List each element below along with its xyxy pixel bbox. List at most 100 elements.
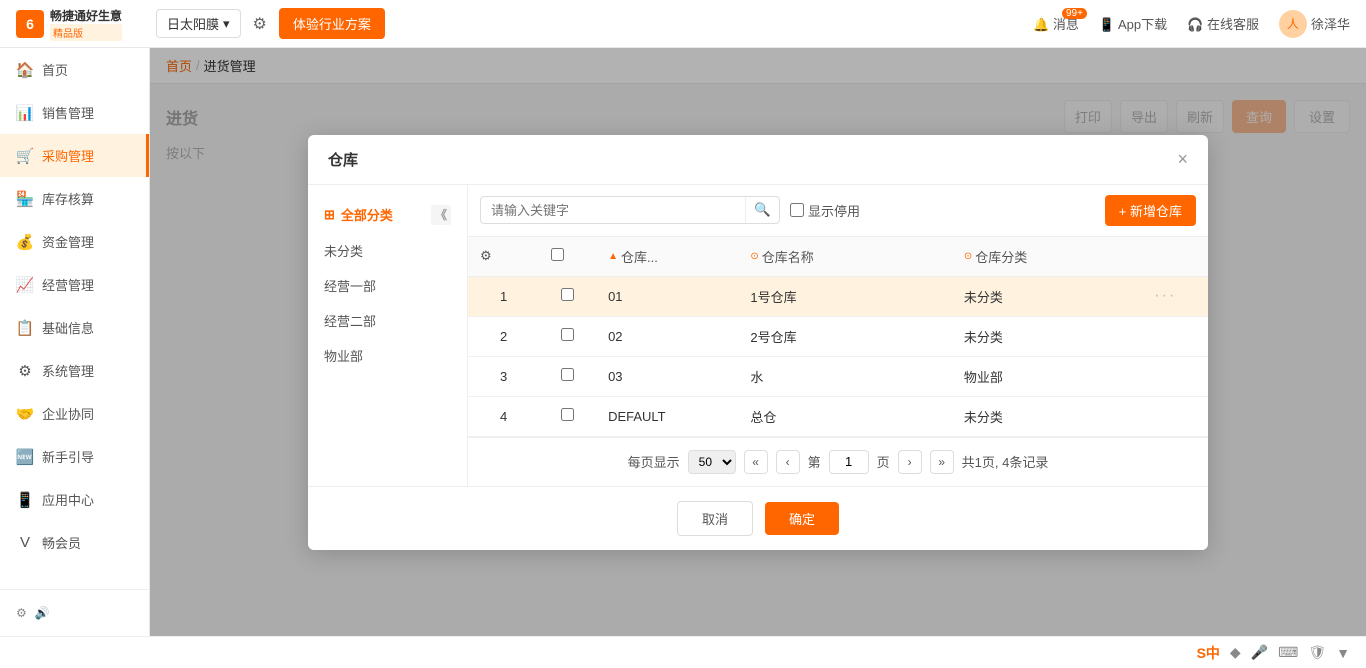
last-page-button[interactable]: »	[930, 450, 954, 474]
sidebar-item-app-center[interactable]: 📱 应用中心	[0, 478, 149, 521]
app-download[interactable]: 📱 App下载	[1099, 14, 1167, 33]
search-input[interactable]	[481, 198, 745, 223]
sidebar-item-vip[interactable]: V 畅会员	[0, 521, 149, 564]
shield-icon: 🛡	[1308, 644, 1326, 661]
sidebar-item-enterprise[interactable]: 🤝 企业协同	[0, 392, 149, 435]
logo: 6 畅捷通好生意 精品版	[16, 7, 156, 41]
modal-overlay: 仓库 × ⊞ 全部分类 《 未分类 经营一部 经营二部	[150, 48, 1366, 636]
th-category: ⊙ 仓库分类	[952, 237, 1123, 277]
category-operations-dept2[interactable]: 经营二部	[308, 303, 467, 338]
th-settings: ⚙	[468, 237, 539, 277]
row-checkbox-4[interactable]	[561, 408, 574, 421]
sidebar-item-guide[interactable]: 🆕 新手引导	[0, 435, 149, 478]
status-icons: S中 ◆ 🎤 ⌨ 🛡 ▼	[1197, 643, 1350, 663]
category-unclassified[interactable]: 未分类	[308, 233, 467, 268]
show-disabled-label[interactable]: 显示停用	[790, 201, 860, 220]
sidebar-item-finance[interactable]: 💰 资金管理	[0, 220, 149, 263]
sidebar-item-basic-info[interactable]: 📋 基础信息	[0, 306, 149, 349]
page-number-input[interactable]	[829, 450, 869, 474]
first-page-button[interactable]: «	[744, 450, 768, 474]
table-header: ⚙ ▲ 仓库...	[468, 237, 1208, 277]
sidebar-item-purchase[interactable]: 🛒 采购管理	[0, 134, 149, 177]
main-layout: 🏠 首页 📊 销售管理 🛒 采购管理 🏪 库存核算 💰 资金管理 📈 经营管理 …	[0, 48, 1366, 636]
system-icon: ⚙	[16, 362, 34, 380]
sidebar: 🏠 首页 📊 销售管理 🛒 采购管理 🏪 库存核算 💰 资金管理 📈 经营管理 …	[0, 48, 150, 636]
pagination: 每页显示 50 « ‹ 第 页 › » 共1页, 4条记录	[468, 437, 1208, 486]
settings-col-icon: ⚙	[480, 248, 492, 263]
collapse-button[interactable]: 《	[431, 205, 451, 225]
dialog-footer: 取消 确定	[308, 486, 1208, 550]
row-more-1[interactable]: ···	[1154, 287, 1176, 304]
inventory-icon: 🏪	[16, 190, 34, 208]
table-row[interactable]: 2 02 2号仓库 未分类	[468, 316, 1208, 356]
add-warehouse-button[interactable]: + 新增仓库	[1105, 195, 1196, 226]
sales-icon: 📊	[16, 104, 34, 122]
table-panel: 🔍 显示停用 + 新增仓库	[468, 185, 1208, 486]
th-name: ⊙ 仓库名称	[738, 237, 951, 277]
table-row[interactable]: 4 DEFAULT 总仓 未分类	[468, 396, 1208, 436]
chevron-status-icon: ▼	[1336, 645, 1350, 661]
category-property-dept[interactable]: 物业部	[308, 338, 467, 373]
notifications-badge[interactable]: 🔔 99+ 消息	[1033, 14, 1079, 33]
online-service[interactable]: 🎧 在线客服	[1187, 14, 1259, 33]
prev-page-button[interactable]: ‹	[776, 450, 800, 474]
user-menu[interactable]: 人 徐泽华	[1279, 10, 1350, 38]
category-panel: ⊞ 全部分类 《 未分类 经营一部 经营二部 物业部	[308, 185, 468, 486]
sidebar-item-sales[interactable]: 📊 销售管理	[0, 91, 149, 134]
cancel-button[interactable]: 取消	[677, 501, 753, 536]
dialog-close-button[interactable]: ×	[1177, 149, 1188, 170]
page-size-select[interactable]: 50	[688, 450, 736, 474]
sidebar-item-system[interactable]: ⚙ 系统管理	[0, 349, 149, 392]
dialog-header: 仓库 ×	[308, 135, 1208, 185]
all-categories-item[interactable]: ⊞ 全部分类 《	[308, 197, 467, 233]
sort-cat-icon: ⊙	[964, 251, 972, 262]
table-toolbar: 🔍 显示停用 + 新增仓库	[468, 185, 1208, 237]
warehouse-table: ⚙ ▲ 仓库...	[468, 237, 1208, 437]
search-button[interactable]: 🔍	[745, 197, 779, 223]
sidebar-item-home[interactable]: 🏠 首页	[0, 48, 149, 91]
guide-icon: 🆕	[16, 448, 34, 466]
th-action	[1123, 237, 1208, 277]
logo-icon: 6	[16, 10, 44, 38]
table-row[interactable]: 3 03 水 物业部	[468, 356, 1208, 396]
sidebar-bottom: ⚙ 🔊	[0, 589, 149, 636]
content-area: 首页 / 进货管理 进货 打印 导出 刷新 查询 设置 按以下	[150, 48, 1366, 636]
dialog-title: 仓库	[328, 149, 358, 170]
trial-button[interactable]: 体验行业方案	[279, 8, 385, 39]
warehouse-dialog: 仓库 × ⊞ 全部分类 《 未分类 经营一部 经营二部	[308, 135, 1208, 550]
dialog-body: ⊞ 全部分类 《 未分类 经营一部 经营二部 物业部	[308, 185, 1208, 486]
row-checkbox-3[interactable]	[561, 368, 574, 381]
purchase-icon: 🛒	[16, 147, 34, 165]
sidebar-settings-btn[interactable]: ⚙ 🔊	[0, 598, 149, 628]
th-code: ▲ 仓库...	[596, 237, 738, 277]
sort-name-icon: ⊙	[750, 251, 758, 262]
row-checkbox-2[interactable]	[561, 328, 574, 341]
mic-icon: 🎤	[1251, 644, 1268, 661]
headset-icon: 🎧	[1187, 17, 1203, 32]
select-all-checkbox[interactable]	[551, 248, 564, 261]
status-bar: S中 ◆ 🎤 ⌨ 🛡 ▼	[0, 636, 1366, 668]
app-center-icon: 📱	[16, 491, 34, 509]
show-disabled-checkbox[interactable]	[790, 203, 804, 217]
confirm-button[interactable]: 确定	[765, 502, 839, 535]
logo-text: 畅捷通好生意 精品版	[50, 7, 122, 41]
s-icon: S中	[1197, 643, 1220, 663]
category-operations-dept1[interactable]: 经营一部	[308, 268, 467, 303]
search-box: 🔍	[480, 196, 780, 224]
diamond-icon: ◆	[1230, 644, 1241, 661]
settings-icon: ⚙	[16, 606, 27, 620]
chevron-down-icon: ▾	[223, 16, 230, 32]
bell-icon: 🔔	[1033, 17, 1049, 32]
sort-icon: ▲	[608, 251, 618, 262]
keyboard-icon: ⌨	[1278, 644, 1298, 661]
vip-icon: V	[16, 534, 34, 552]
company-selector[interactable]: 日太阳膜 ▾	[156, 9, 241, 38]
row-checkbox-1[interactable]	[561, 288, 574, 301]
enterprise-icon: 🤝	[16, 405, 34, 423]
finance-icon: 💰	[16, 233, 34, 251]
table-row[interactable]: 1 01 1号仓库 未分类 ···	[468, 276, 1208, 316]
sidebar-item-inventory[interactable]: 🏪 库存核算	[0, 177, 149, 220]
sidebar-item-operations[interactable]: 📈 经营管理	[0, 263, 149, 306]
gear-icon[interactable]: ⚙	[253, 14, 267, 34]
next-page-button[interactable]: ›	[898, 450, 922, 474]
